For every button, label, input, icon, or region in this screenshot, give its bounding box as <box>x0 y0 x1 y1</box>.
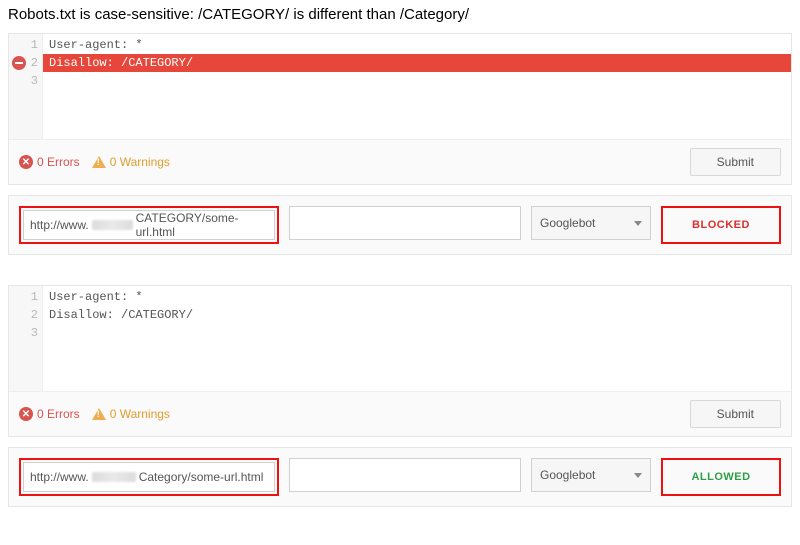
robots-editor-panel-1: 1 2 3 User-agent: * Disallow: /CATEGORY/… <box>8 33 792 185</box>
line-number: 1 <box>9 288 38 306</box>
code-line: Disallow: /CATEGORY/ <box>49 306 785 324</box>
warning-icon <box>92 156 106 168</box>
error-icon: ✕ <box>19 155 33 169</box>
user-agent-select[interactable]: Googlebot <box>531 458 651 492</box>
chevron-down-icon <box>634 473 642 478</box>
warning-icon <box>92 408 106 420</box>
page-title: Robots.txt is case-sensitive: /CATEGORY/… <box>8 6 792 23</box>
code-body[interactable]: User-agent: * Disallow: /CATEGORY/ <box>43 34 791 139</box>
url-input[interactable]: http://www. CATEGORY/some-url.html <box>23 210 275 240</box>
url-extra-input[interactable] <box>289 458 521 492</box>
line-number: 3 <box>9 324 38 342</box>
url-input[interactable]: http://www. Category/some-url.html <box>23 462 275 492</box>
robots-editor-panel-2: 1 2 3 User-agent: * Disallow: /CATEGORY/… <box>8 285 792 437</box>
user-agent-value: Googlebot <box>540 216 595 230</box>
code-line: User-agent: * <box>49 288 785 306</box>
warnings-count: 0 Warnings <box>92 155 170 169</box>
redacted-domain <box>92 472 136 482</box>
code-editor-1[interactable]: 1 2 3 User-agent: * Disallow: /CATEGORY/ <box>9 34 791 139</box>
user-agent-select[interactable]: Googlebot <box>531 206 651 240</box>
result-allowed: ALLOWED <box>665 462 777 492</box>
submit-button[interactable]: Submit <box>690 400 781 428</box>
url-suffix: Category/some-url.html <box>139 470 264 484</box>
url-tester-row-1: http://www. CATEGORY/some-url.html Googl… <box>8 195 792 255</box>
url-input-highlight: http://www. Category/some-url.html <box>19 458 279 496</box>
url-prefix: http://www. <box>30 218 89 232</box>
url-extra-input[interactable] <box>289 206 521 240</box>
line-number: 3 <box>9 72 38 90</box>
user-agent-value: Googlebot <box>540 468 595 482</box>
url-suffix: CATEGORY/some-url.html <box>136 211 268 239</box>
error-icon: ✕ <box>19 407 33 421</box>
code-line-highlighted: Disallow: /CATEGORY/ <box>43 54 791 72</box>
submit-button[interactable]: Submit <box>690 148 781 176</box>
chevron-down-icon <box>634 221 642 226</box>
error-marker-icon <box>12 56 26 70</box>
result-highlight: ALLOWED <box>661 458 781 496</box>
code-line <box>49 72 785 90</box>
errors-count: ✕ 0 Errors <box>19 407 80 421</box>
url-input-highlight: http://www. CATEGORY/some-url.html <box>19 206 279 244</box>
result-highlight: BLOCKED <box>661 206 781 244</box>
errors-count: ✕ 0 Errors <box>19 155 80 169</box>
line-number: 1 <box>9 36 38 54</box>
code-body[interactable]: User-agent: * Disallow: /CATEGORY/ <box>43 286 791 391</box>
line-number: 2 <box>9 54 38 72</box>
result-blocked: BLOCKED <box>665 210 777 240</box>
status-bar: ✕ 0 Errors 0 Warnings Submit <box>9 139 791 184</box>
status-bar: ✕ 0 Errors 0 Warnings Submit <box>9 391 791 436</box>
code-editor-2[interactable]: 1 2 3 User-agent: * Disallow: /CATEGORY/ <box>9 286 791 391</box>
url-tester-row-2: http://www. Category/some-url.html Googl… <box>8 447 792 507</box>
redacted-domain <box>92 220 133 230</box>
code-line <box>49 324 785 342</box>
line-number-gutter: 1 2 3 <box>9 34 43 139</box>
warnings-count: 0 Warnings <box>92 407 170 421</box>
url-prefix: http://www. <box>30 470 89 484</box>
code-line: User-agent: * <box>49 36 785 54</box>
line-number: 2 <box>9 306 38 324</box>
line-number-gutter: 1 2 3 <box>9 286 43 391</box>
